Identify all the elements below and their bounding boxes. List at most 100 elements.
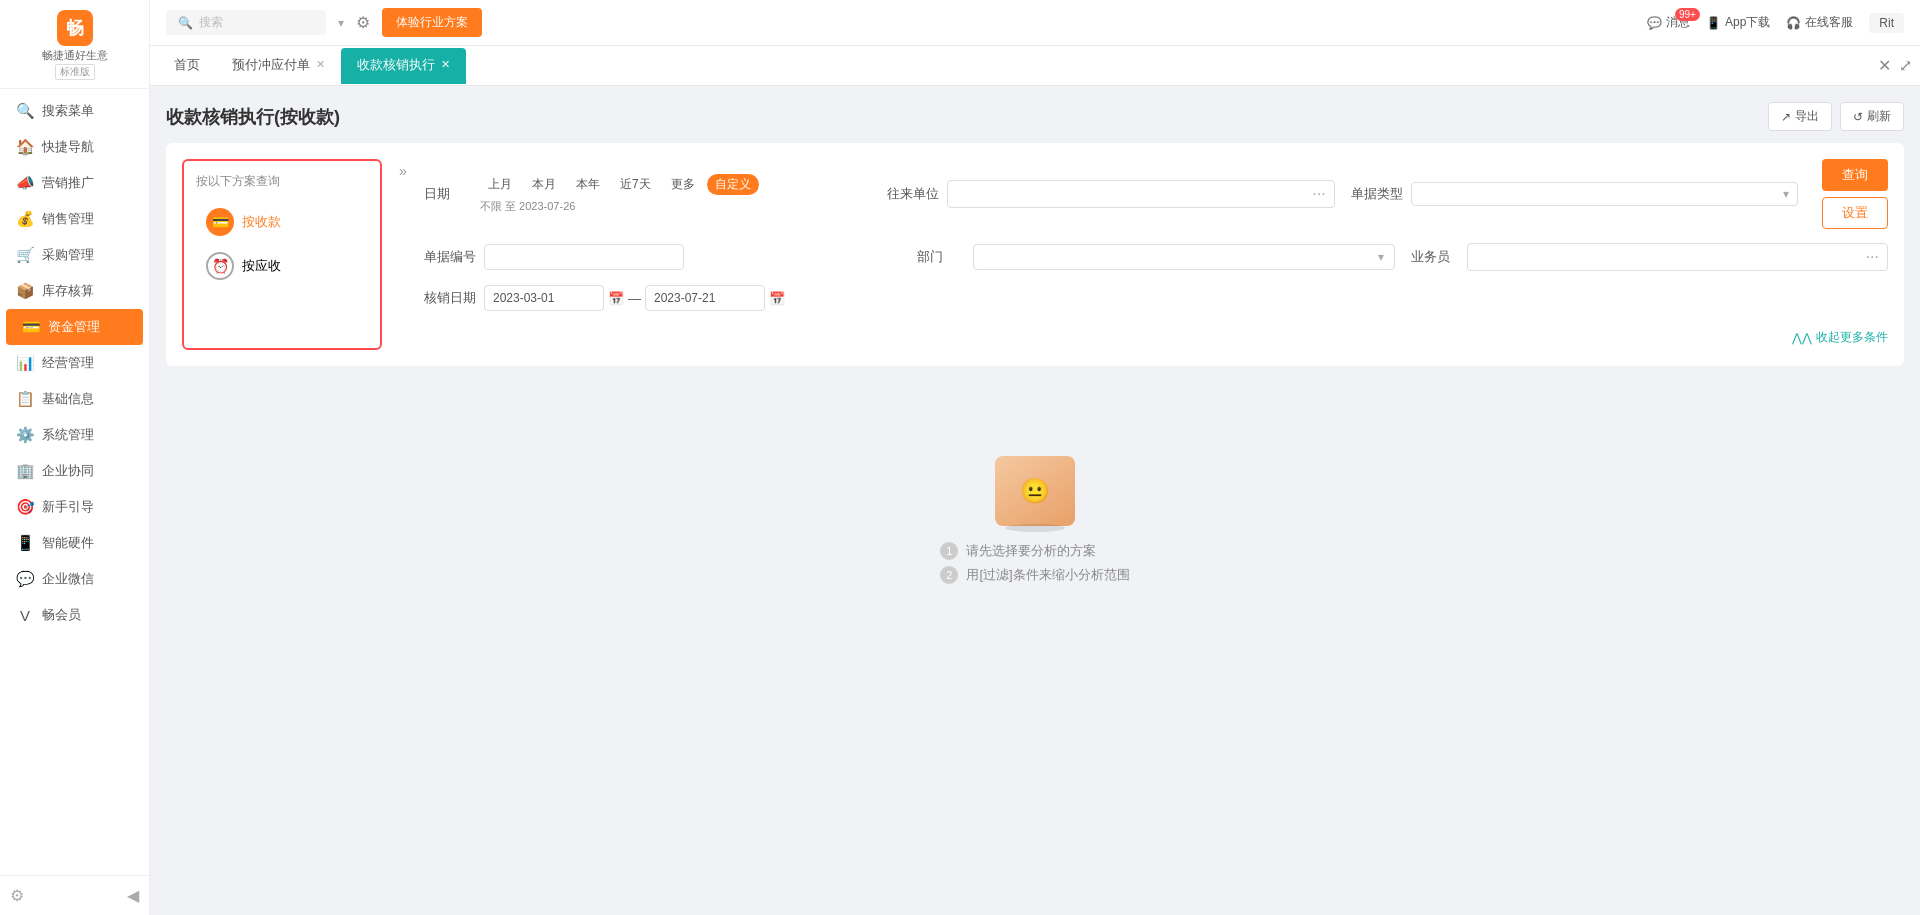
sidebar-item-label: 系统管理 — [42, 426, 94, 444]
sidebar-item-hardware[interactable]: 📱 智能硬件 — [0, 525, 149, 561]
sidebar-item-purchase[interactable]: 🛒 采购管理 — [0, 237, 149, 273]
bill-type-select[interactable]: ▾ — [1411, 182, 1798, 206]
filter-scheme-selector: 按以下方案查询 💳 按收款 ⏰ 按应收 — [182, 159, 382, 350]
sidebar-item-inventory[interactable]: 📦 库存核算 — [0, 273, 149, 309]
main-area: 🔍 搜索 ▾ ⚙ 体验行业方案 💬 消息 99+ 📱 App下载 🎧 在线客服 … — [150, 0, 1920, 915]
bill-no-input[interactable] — [484, 244, 684, 270]
page-actions: ↗ 导出 ↺ 刷新 — [1768, 102, 1904, 131]
sidebar-item-label: 搜索菜单 — [42, 102, 94, 120]
tabbar-expand-icon[interactable]: ⤢ — [1899, 56, 1912, 75]
page-content: 收款核销执行(按收款) ↗ 导出 ↺ 刷新 按以下方案查询 💳 按收款 — [150, 86, 1920, 915]
date-label: 日期 — [424, 185, 472, 203]
empty-hint-2: 2 用[过滤]条件来缩小分析范围 — [940, 566, 1129, 584]
hint-num-2: 2 — [940, 566, 958, 584]
verify-date-start-input[interactable] — [484, 285, 604, 311]
message-btn[interactable]: 💬 消息 99+ — [1647, 14, 1690, 31]
filter-option-receipt-label: 按收款 — [242, 213, 281, 231]
empty-face-icon: 😐 — [1020, 477, 1050, 505]
collapse-panel-btn[interactable]: » — [394, 159, 412, 179]
sidebar-item-quick-nav[interactable]: 🏠 快捷导航 — [0, 129, 149, 165]
empty-hint-1: 1 请先选择要分析的方案 — [940, 542, 1129, 560]
sidebar-item-label: 库存核算 — [42, 282, 94, 300]
sidebar-item-system[interactable]: ⚙️ 系统管理 — [0, 417, 149, 453]
operation-icon: 📊 — [16, 354, 34, 372]
dept-label: 部门 — [917, 248, 965, 266]
settings-btn[interactable]: 设置 — [1822, 197, 1888, 229]
counterparty-dots-icon: ··· — [1312, 185, 1325, 203]
sidebar-item-enterprise[interactable]: 🏢 企业协同 — [0, 453, 149, 489]
sidebar-item-search[interactable]: 🔍 搜索菜单 — [0, 93, 149, 129]
export-btn[interactable]: ↗ 导出 — [1768, 102, 1832, 131]
hardware-icon: 📱 — [16, 534, 34, 552]
guide-icon: 🎯 — [16, 498, 34, 516]
sidebar-item-label: 新手引导 — [42, 498, 94, 516]
verify-date-range: 📅 — 📅 — [484, 285, 785, 311]
tabbar-right: ✕ ⤢ — [1878, 56, 1912, 75]
page-title: 收款核销执行(按收款) — [166, 105, 340, 129]
filter-option-receipt[interactable]: 💳 按收款 — [196, 200, 368, 244]
date-tab-group: 上月 本月 本年 近7天 更多 自定义 — [480, 174, 759, 195]
collapse-sidebar-icon[interactable]: ◀ — [127, 886, 139, 905]
sidebar-bottom: ⚙ ◀ — [0, 875, 149, 915]
filter-row-1: 日期 上月 本月 本年 近7天 更多 自定义 不限 至 2023-07-26 — [424, 159, 1888, 229]
filter-option-receivable[interactable]: ⏰ 按应收 — [196, 244, 368, 288]
purchase-icon: 🛒 — [16, 246, 34, 264]
sidebar-item-wechat[interactable]: 💬 企业微信 — [0, 561, 149, 597]
sidebar-item-member[interactable]: V 畅会员 — [0, 597, 149, 633]
tab-collection-close-icon[interactable]: ✕ — [441, 58, 450, 71]
date-tab-last-month[interactable]: 上月 — [480, 174, 520, 195]
system-icon: ⚙️ — [16, 426, 34, 444]
app-download-btn[interactable]: 📱 App下载 — [1706, 14, 1770, 31]
topbar-chevron-icon[interactable]: ▾ — [338, 16, 344, 30]
online-service-btn[interactable]: 🎧 在线客服 — [1786, 14, 1853, 31]
sidebar-item-label: 销售管理 — [42, 210, 94, 228]
receipt-scheme-icon: 💳 — [206, 208, 234, 236]
verify-date-end-input[interactable] — [645, 285, 765, 311]
export-icon: ↗ — [1781, 110, 1791, 124]
empty-state: 😐 1 请先选择要分析的方案 2 用[过滤]条件来缩小分析范围 — [166, 366, 1904, 650]
tab-collection[interactable]: 收款核销执行 ✕ — [341, 48, 466, 84]
empty-illustration: 😐 — [985, 426, 1085, 526]
sidebar-item-guide[interactable]: 🎯 新手引导 — [0, 489, 149, 525]
inventory-icon: 📦 — [16, 282, 34, 300]
staff-input[interactable]: ··· — [1467, 243, 1888, 271]
settings-bottom-icon[interactable]: ⚙ — [10, 886, 24, 905]
sidebar-item-label: 营销推广 — [42, 174, 94, 192]
tab-prepay[interactable]: 预付冲应付单 ✕ — [216, 48, 341, 84]
dept-select[interactable]: ▾ — [973, 244, 1394, 270]
sidebar-item-label: 畅会员 — [42, 606, 81, 624]
solution-btn[interactable]: 体验行业方案 — [382, 8, 482, 37]
home-icon: 🏠 — [16, 138, 34, 156]
date-tab-7days[interactable]: 近7天 — [612, 174, 659, 195]
search-icon: 🔍 — [178, 16, 193, 30]
sidebar-item-operation[interactable]: 📊 经营管理 — [0, 345, 149, 381]
topbar-gear-icon[interactable]: ⚙ — [356, 13, 370, 32]
page-header: 收款核销执行(按收款) ↗ 导出 ↺ 刷新 — [166, 102, 1904, 131]
cal-start-icon[interactable]: 📅 — [608, 291, 624, 306]
collapse-more-btn[interactable]: ⋀⋀ 收起更多条件 — [424, 325, 1888, 350]
date-tab-custom[interactable]: 自定义 — [707, 174, 759, 195]
counterparty-input[interactable]: ··· — [947, 180, 1334, 208]
cal-end-icon[interactable]: 📅 — [769, 291, 785, 306]
scheme-title: 按以下方案查询 — [196, 173, 368, 190]
filter-field-staff: 业务员 ··· — [1411, 243, 1888, 271]
sidebar-item-marketing[interactable]: 📣 营销推广 — [0, 165, 149, 201]
hint-num-1: 1 — [940, 542, 958, 560]
tab-prepay-close-icon[interactable]: ✕ — [316, 58, 325, 71]
refresh-btn[interactable]: ↺ 刷新 — [1840, 102, 1904, 131]
tabbar-close-all-icon[interactable]: ✕ — [1878, 56, 1891, 75]
tab-home[interactable]: 首页 — [158, 48, 216, 84]
filter-panel: 按以下方案查询 💳 按收款 ⏰ 按应收 » 日期 — [166, 143, 1904, 366]
topbar-search-bar[interactable]: 🔍 搜索 — [166, 10, 326, 35]
date-tab-this-year[interactable]: 本年 — [568, 174, 608, 195]
date-tab-more[interactable]: 更多 — [663, 174, 703, 195]
sidebar-item-sales[interactable]: 💰 销售管理 — [0, 201, 149, 237]
basics-icon: 📋 — [16, 390, 34, 408]
sidebar-item-basics[interactable]: 📋 基础信息 — [0, 381, 149, 417]
query-btn[interactable]: 查询 — [1822, 159, 1888, 191]
message-badge: 99+ — [1675, 8, 1700, 21]
sidebar-item-finance[interactable]: 💳 资金管理 — [6, 309, 143, 345]
date-tab-this-month[interactable]: 本月 — [524, 174, 564, 195]
user-menu[interactable]: Rit — [1869, 13, 1904, 33]
tab-home-label: 首页 — [174, 56, 200, 74]
